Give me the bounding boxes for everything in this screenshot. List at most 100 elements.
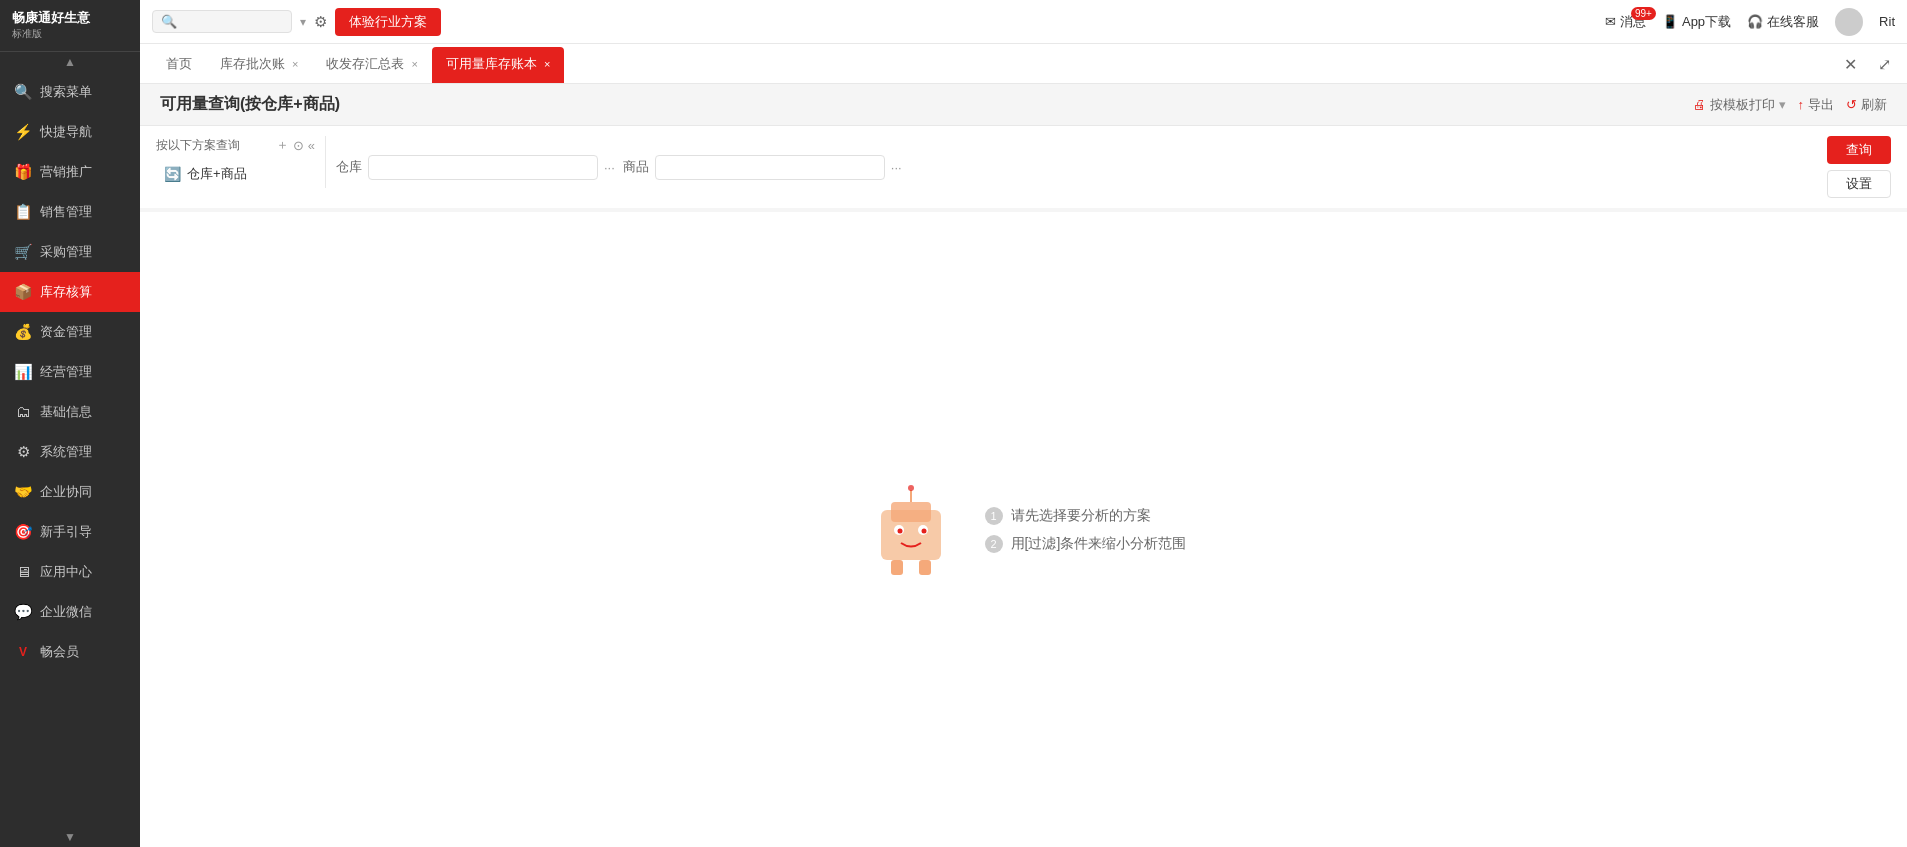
logo: 畅康通好生意 标准版 xyxy=(0,0,140,52)
export-label: 导出 xyxy=(1808,96,1834,114)
service-label: 在线客服 xyxy=(1767,13,1819,31)
empty-illustration xyxy=(861,480,961,580)
product-input[interactable] xyxy=(655,155,885,180)
search-input[interactable] xyxy=(181,15,281,29)
refresh-label: 刷新 xyxy=(1861,96,1887,114)
tab-label: 可用量库存账本 xyxy=(446,55,537,73)
sidebar-item-label: 应用中心 xyxy=(40,563,92,581)
scheme-warehouse-product[interactable]: 🔄 仓库+商品 xyxy=(156,160,315,188)
operation-icon: 📊 xyxy=(14,363,32,381)
sidebar-item-label: 快捷导航 xyxy=(40,123,92,141)
sidebar-item-label: 企业微信 xyxy=(40,603,92,621)
sidebar-item-appcenter[interactable]: 🖥 应用中心 xyxy=(0,552,140,592)
tab-close-icon[interactable]: × xyxy=(544,58,550,70)
scheme-item-label: 仓库+商品 xyxy=(187,165,247,183)
trial-button[interactable]: 体验行业方案 xyxy=(335,8,441,36)
sidebar-scroll-up[interactable]: ▲ xyxy=(0,52,140,72)
tab-label: 库存批次账 xyxy=(220,55,285,73)
sidebar-item-corpcollab[interactable]: 🤝 企业协同 xyxy=(0,472,140,512)
tab-home[interactable]: 首页 xyxy=(152,47,206,83)
sidebar-item-sales[interactable]: 📋 销售管理 xyxy=(0,192,140,232)
sidebar-item-marketing[interactable]: 🎁 营销推广 xyxy=(0,152,140,192)
sidebar-item-label: 搜索菜单 xyxy=(40,83,92,101)
main: 🔍 ▾ ⚙ 体验行业方案 ✉ 消息 99+ 📱 App下载 🎧 在线客服 Rit xyxy=(140,0,1907,847)
scheme-panel: 按以下方案查询 ＋ ⊙ « 🔄 仓库+商品 xyxy=(156,136,326,188)
search-icon: 🔍 xyxy=(161,14,177,29)
message-button[interactable]: ✉ 消息 99+ xyxy=(1605,13,1646,31)
svg-rect-1 xyxy=(891,502,931,522)
warehouse-input[interactable] xyxy=(368,155,598,180)
svg-rect-6 xyxy=(891,560,903,575)
print-button[interactable]: 🖨 按模板打印 ▾ xyxy=(1693,96,1786,114)
content: 可用量查询(按仓库+商品) 🖨 按模板打印 ▾ ↑ 导出 ↺ 刷新 xyxy=(140,84,1907,847)
export-icon: ↑ xyxy=(1798,97,1805,112)
print-label: 按模板打印 xyxy=(1710,96,1775,114)
product-more-button[interactable]: ··· xyxy=(891,160,902,175)
user-avatar[interactable] xyxy=(1835,8,1863,36)
tab-storage-summary[interactable]: 收发存汇总表 × xyxy=(312,47,431,83)
sidebar: 畅康通好生意 标准版 ▲ 🔍 搜索菜单 ⚡ 快捷导航 🎁 营销推广 📋 销售管理… xyxy=(0,0,140,847)
warehouse-more-button[interactable]: ··· xyxy=(604,160,615,175)
filter-fields: 仓库 ··· 商品 ··· 查询 设置 xyxy=(336,136,1891,198)
sidebar-item-label: 销售管理 xyxy=(40,203,92,221)
sidebar-item-member[interactable]: V 畅会员 xyxy=(0,632,140,672)
sidebar-item-inventory[interactable]: 📦 库存核算 xyxy=(0,272,140,312)
sidebar-items: 🔍 搜索菜单 ⚡ 快捷导航 🎁 营销推广 📋 销售管理 🛒 采购管理 📦 库存核… xyxy=(0,72,140,827)
sidebar-item-newbie[interactable]: 🎯 新手引导 xyxy=(0,512,140,552)
sidebar-item-search[interactable]: 🔍 搜索菜单 xyxy=(0,72,140,112)
corpcollab-icon: 🤝 xyxy=(14,483,32,501)
filter-action-buttons: 查询 设置 xyxy=(1827,136,1891,198)
refresh-button[interactable]: ↺ 刷新 xyxy=(1846,96,1887,114)
username-label[interactable]: Rit xyxy=(1879,14,1895,29)
sidebar-item-basicinfo[interactable]: 🗂 基础信息 xyxy=(0,392,140,432)
finance-icon: 💰 xyxy=(14,323,32,341)
chevron-down-icon[interactable]: ▾ xyxy=(300,15,306,29)
sidebar-item-sysconfig[interactable]: ⚙ 系统管理 xyxy=(0,432,140,472)
tip-text-1: 请先选择要分析的方案 xyxy=(1011,507,1151,525)
inventory-icon: 📦 xyxy=(14,283,32,301)
sidebar-item-label: 经营管理 xyxy=(40,363,92,381)
scheme-collapse-button[interactable]: « xyxy=(308,138,315,153)
chevron-down-icon[interactable]: ▾ xyxy=(1779,97,1786,112)
online-service-button[interactable]: 🎧 在线客服 xyxy=(1747,13,1819,31)
page-title: 可用量查询(按仓库+商品) xyxy=(160,94,340,115)
logo-title: 畅康通好生意 xyxy=(12,10,128,27)
scheme-icon: 🔄 xyxy=(164,166,181,182)
empty-tips: 1 请先选择要分析的方案 2 用[过滤]条件来缩小分析范围 xyxy=(985,507,1187,553)
query-button[interactable]: 查询 xyxy=(1827,136,1891,164)
settings-button[interactable]: 设置 xyxy=(1827,170,1891,198)
tab-panel-close-icon[interactable]: ✕ xyxy=(1844,54,1857,73)
sidebar-item-operation[interactable]: 📊 经营管理 xyxy=(0,352,140,392)
warehouse-filter-group: 仓库 ··· xyxy=(336,155,615,180)
svg-point-5 xyxy=(921,528,926,533)
empty-tip-2: 2 用[过滤]条件来缩小分析范围 xyxy=(985,535,1187,553)
tab-panel-expand-icon[interactable]: ⤢ xyxy=(1878,54,1891,73)
app-download-button[interactable]: 📱 App下载 xyxy=(1662,13,1731,31)
tabbar: 首页 库存批次账 × 收发存汇总表 × 可用量库存账本 × ✕ ⤢ xyxy=(140,44,1907,84)
mobile-icon: 📱 xyxy=(1662,14,1678,29)
export-button[interactable]: ↑ 导出 xyxy=(1798,96,1835,114)
scheme-settings-button[interactable]: ⊙ xyxy=(293,138,304,153)
sidebar-item-purchase[interactable]: 🛒 采购管理 xyxy=(0,232,140,272)
sidebar-item-finance[interactable]: 💰 资金管理 xyxy=(0,312,140,352)
warehouse-label: 仓库 xyxy=(336,158,362,176)
sidebar-item-label: 资金管理 xyxy=(40,323,92,341)
refresh-icon: ↺ xyxy=(1846,97,1857,112)
tab-label: 收发存汇总表 xyxy=(326,55,404,73)
tab-available-ledger[interactable]: 可用量库存账本 × xyxy=(432,47,564,83)
tab-batch-ledger[interactable]: 库存批次账 × xyxy=(206,47,312,83)
gear-icon[interactable]: ⚙ xyxy=(314,13,327,31)
tab-close-icon[interactable]: × xyxy=(411,58,417,70)
page-header: 可用量查询(按仓库+商品) 🖨 按模板打印 ▾ ↑ 导出 ↺ 刷新 xyxy=(140,84,1907,125)
empty-tip-1: 1 请先选择要分析的方案 xyxy=(985,507,1187,525)
topbar-right: ✉ 消息 99+ 📱 App下载 🎧 在线客服 Rit xyxy=(1605,8,1895,36)
sidebar-item-shortcut[interactable]: ⚡ 快捷导航 xyxy=(0,112,140,152)
topbar-search-box[interactable]: 🔍 xyxy=(152,10,292,33)
scheme-add-button[interactable]: ＋ xyxy=(276,136,289,154)
tab-close-icon[interactable]: × xyxy=(292,58,298,70)
service-icon: 🎧 xyxy=(1747,14,1763,29)
sidebar-item-corpwechat[interactable]: 💬 企业微信 xyxy=(0,592,140,632)
corpwechat-icon: 💬 xyxy=(14,603,32,621)
basicinfo-icon: 🗂 xyxy=(14,403,32,420)
sidebar-scroll-down[interactable]: ▼ xyxy=(0,827,140,847)
